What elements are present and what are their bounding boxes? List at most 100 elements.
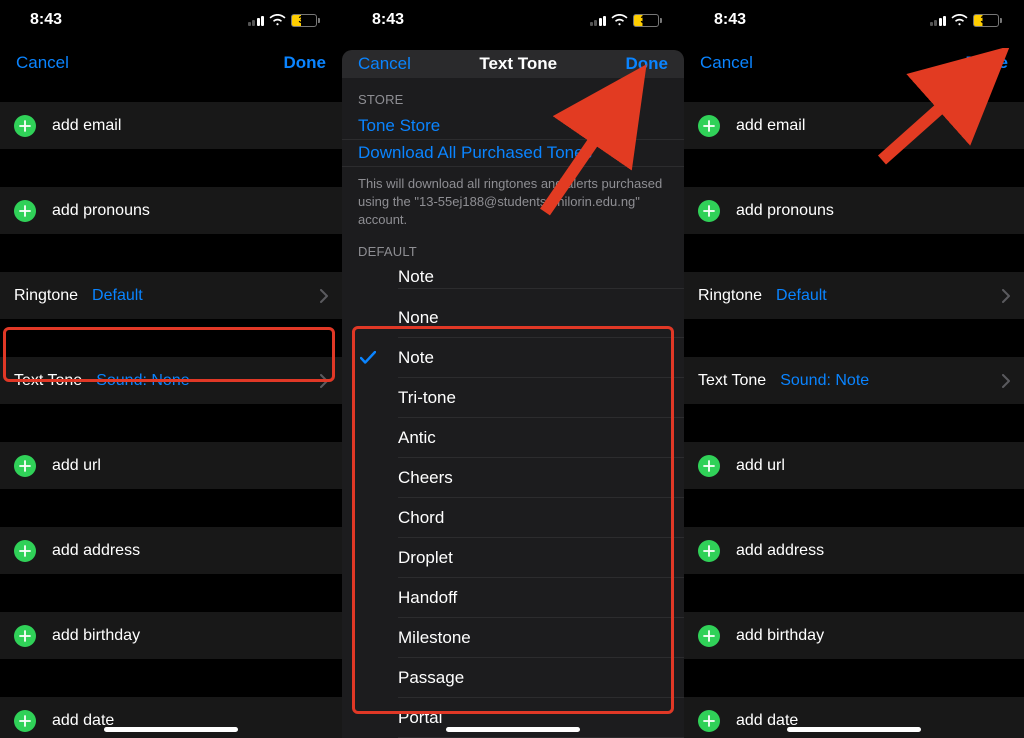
home-indicator[interactable] (446, 727, 580, 732)
default-header: DEFAULT (342, 230, 684, 265)
ringtone-row[interactable]: Ringtone Default (684, 272, 1024, 319)
status-bar: 8:43 36 (342, 0, 684, 40)
add-pronouns-row[interactable]: add pronouns (0, 187, 342, 234)
row-label: add address (52, 542, 140, 560)
tone-name: Passage (398, 668, 464, 688)
screenshot-middle: 8:43 36 Cancel Text Tone Done STORE Tone… (342, 0, 684, 738)
tone-name: Milestone (398, 628, 471, 648)
row-label: Text Tone (14, 372, 82, 390)
tone-name: None (398, 308, 439, 328)
cancel-button[interactable]: Cancel (700, 53, 753, 73)
add-email-row[interactable]: add email (0, 102, 342, 149)
plus-icon (698, 710, 720, 732)
tone-row[interactable]: Tri-tone (342, 378, 684, 418)
sheet-title: Text Tone (479, 54, 557, 74)
plus-icon (14, 455, 36, 477)
row-label: add address (736, 542, 824, 560)
battery-icon: 36 (633, 14, 662, 27)
home-indicator[interactable] (787, 727, 921, 732)
chevron-right-icon (320, 357, 328, 404)
status-time: 8:43 (714, 11, 746, 29)
plus-icon (698, 455, 720, 477)
add-pronouns-row[interactable]: add pronouns (684, 187, 1024, 234)
status-bar: 8:43 37 (0, 0, 342, 40)
tone-name: Chord (398, 508, 444, 528)
add-email-row[interactable]: add email (684, 102, 1024, 149)
plus-icon (14, 540, 36, 562)
row-label: add url (52, 457, 101, 475)
row-label: add url (736, 457, 785, 475)
cancel-button[interactable]: Cancel (358, 54, 411, 74)
contact-edit-list[interactable]: add email add pronouns Ringtone Default T… (684, 86, 1024, 738)
row-label: add pronouns (52, 202, 150, 220)
wifi-icon (269, 14, 286, 26)
tone-row[interactable]: Milestone (342, 618, 684, 658)
add-birthday-row[interactable]: add birthday (684, 612, 1024, 659)
plus-icon (698, 115, 720, 137)
download-note: This will download all ringtones and ale… (342, 167, 684, 230)
tone-row[interactable]: Cheers (342, 458, 684, 498)
plus-icon (14, 710, 36, 732)
add-url-row[interactable]: add url (684, 442, 1024, 489)
cancel-button[interactable]: Cancel (16, 53, 69, 73)
row-label: Ringtone (14, 287, 78, 305)
done-button[interactable]: Done (966, 53, 1009, 73)
row-value: Default (776, 287, 827, 305)
row-value: Sound: Note (780, 372, 869, 390)
text-tone-row[interactable]: Text Tone Sound: Note (684, 357, 1024, 404)
contact-edit-list[interactable]: add email add pronouns Ringtone Default T… (0, 86, 342, 738)
status-time: 8:43 (372, 11, 404, 29)
current-tone-row[interactable]: Note (342, 265, 684, 289)
download-all-row[interactable]: Download All Purchased Tones (342, 140, 684, 167)
tone-name: Droplet (398, 548, 453, 568)
cell-signal-icon (248, 14, 265, 26)
row-label: add birthday (736, 627, 824, 645)
text-tone-sheet[interactable]: Cancel Text Tone Done STORE Tone Store D… (342, 50, 684, 738)
row-value: Sound: None (96, 372, 189, 390)
row-label: Text Tone (698, 372, 766, 390)
add-address-row[interactable]: add address (684, 527, 1024, 574)
ringtone-row[interactable]: Ringtone Default (0, 272, 342, 319)
plus-icon (14, 200, 36, 222)
screenshot-left: 8:43 37 Cancel Done add email add pronou… (0, 0, 342, 738)
row-value: Default (92, 287, 143, 305)
tones-list: None Note Tri-tone Antic Cheers Chord Droplet H… (342, 298, 684, 738)
cell-signal-icon (590, 14, 607, 26)
home-indicator[interactable] (104, 727, 238, 732)
tone-name: Tri-tone (398, 388, 456, 408)
tone-row[interactable]: Droplet (342, 538, 684, 578)
done-button[interactable]: Done (284, 53, 327, 73)
check-icon (360, 338, 376, 378)
plus-icon (698, 625, 720, 647)
row-label: Ringtone (698, 287, 762, 305)
chevron-right-icon (1002, 357, 1010, 404)
add-address-row[interactable]: add address (0, 527, 342, 574)
wifi-icon (611, 14, 628, 26)
add-url-row[interactable]: add url (0, 442, 342, 489)
chevron-right-icon (1002, 272, 1010, 319)
add-birthday-row[interactable]: add birthday (0, 612, 342, 659)
tone-name: Note (398, 267, 434, 287)
row-label: add email (52, 117, 121, 135)
tone-name: Cheers (398, 468, 453, 488)
tone-name: Handoff (398, 588, 457, 608)
tone-row[interactable]: Note (342, 338, 684, 378)
tone-row[interactable]: Chord (342, 498, 684, 538)
tone-row[interactable]: Antic (342, 418, 684, 458)
wifi-icon (951, 14, 968, 26)
status-right-cluster: 37 (248, 14, 321, 27)
tone-name: Portal (398, 708, 442, 728)
nav-bar: Cancel Done (684, 40, 1024, 86)
tone-row[interactable]: None (342, 298, 684, 338)
status-right-cluster: 36 (930, 14, 1003, 27)
status-time: 8:43 (30, 11, 62, 29)
done-button[interactable]: Done (626, 54, 669, 74)
tone-row[interactable]: Handoff (342, 578, 684, 618)
nav-bar: Cancel Text Tone Done (342, 50, 684, 78)
store-header: STORE (342, 78, 684, 113)
text-tone-row[interactable]: Text Tone Sound: None (0, 357, 342, 404)
screenshot-right: 8:43 36 Cancel Done add email add pronou… (684, 0, 1024, 738)
three-screenshot-row: 8:43 37 Cancel Done add email add pronou… (0, 0, 1024, 738)
tone-store-row[interactable]: Tone Store (342, 113, 684, 140)
tone-row[interactable]: Passage (342, 658, 684, 698)
